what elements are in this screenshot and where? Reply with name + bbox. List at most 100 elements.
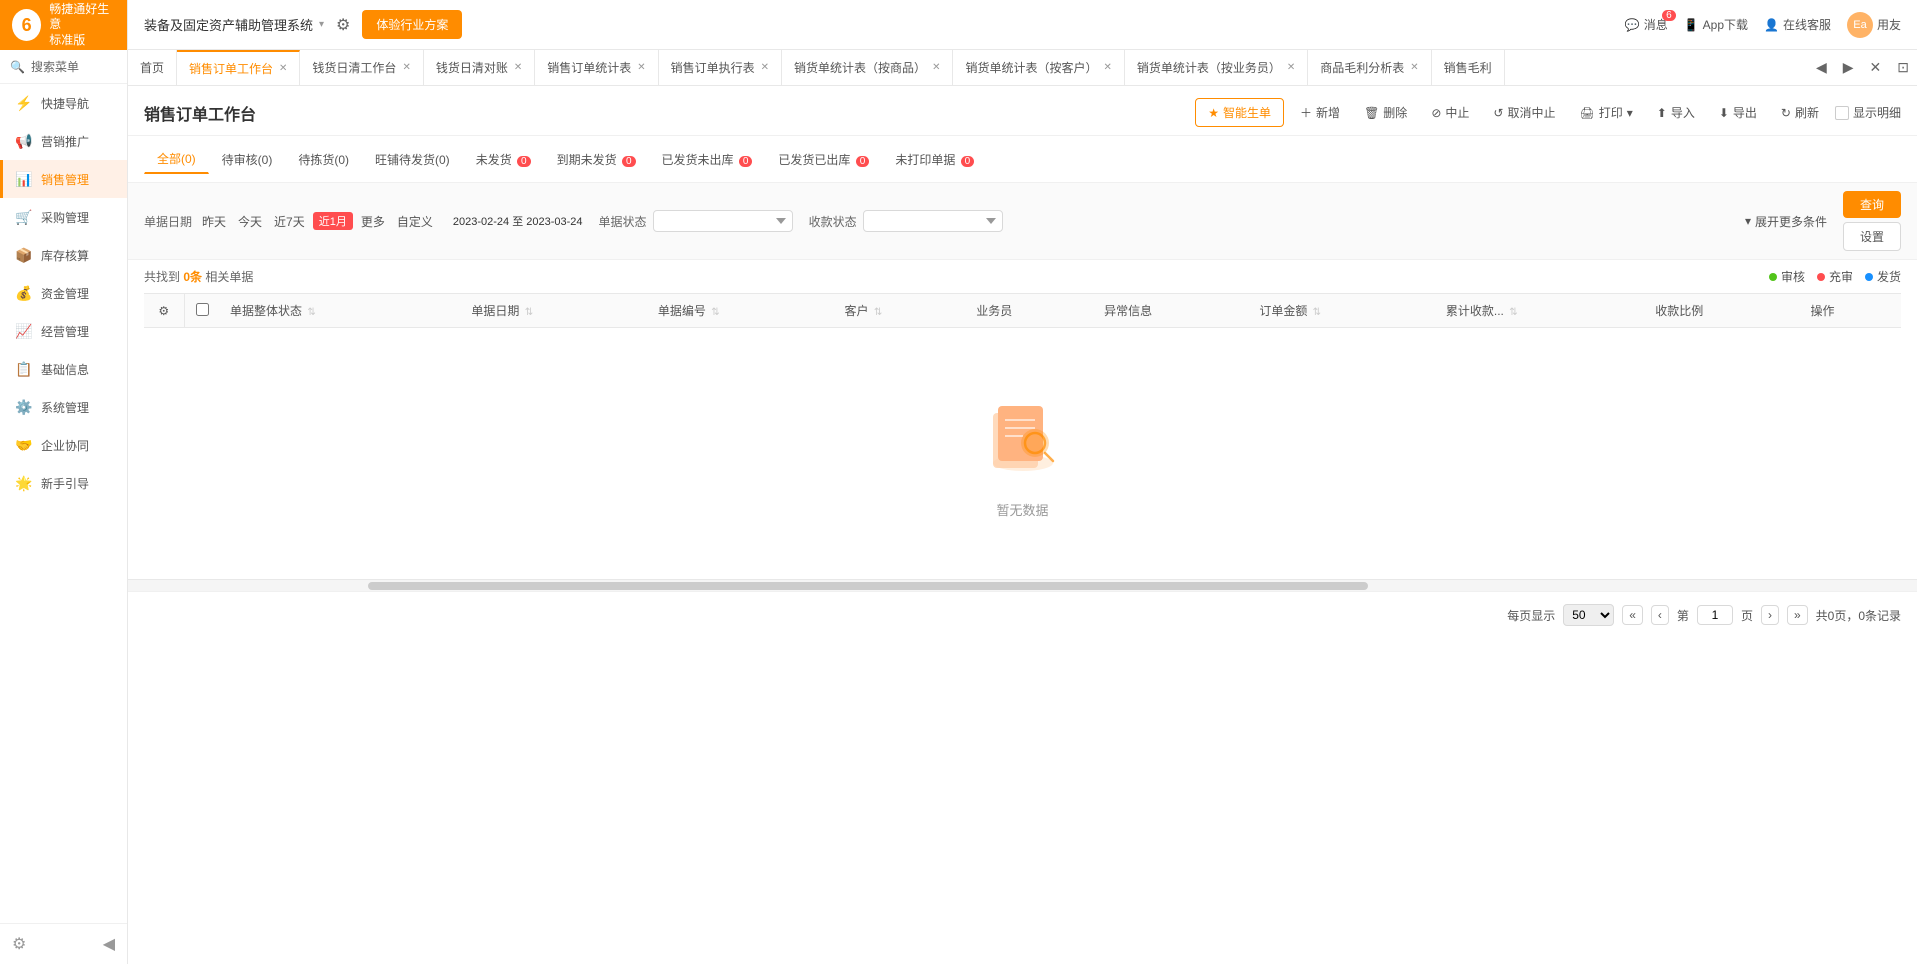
tab-expand-button[interactable]: ⊡ — [1889, 50, 1917, 85]
date-opt-today[interactable]: 今天 — [234, 211, 266, 232]
status-filter-select[interactable] — [653, 210, 793, 232]
sidebar-item-guide[interactable]: 🌟 新手引导 — [0, 464, 127, 502]
tab-nav-next-button[interactable]: ▶ — [1835, 50, 1862, 85]
topbar-user-item[interactable]: Ea 用友 — [1847, 12, 1901, 38]
import-button[interactable]: ⬆ 导入 — [1649, 99, 1703, 126]
sidebar-item-enterprise[interactable]: 🤝 企业协同 — [0, 426, 127, 464]
per-page-select[interactable]: 50 100 200 — [1563, 604, 1614, 626]
date-opt-more[interactable]: 更多 — [357, 211, 389, 232]
tab-sales-stat-staff[interactable]: 销货单统计表（按业务员） ✕ — [1125, 50, 1308, 85]
empty-illustration — [973, 388, 1073, 488]
date-opt-1month[interactable]: 近1月 — [313, 212, 353, 230]
last-page-button[interactable]: » — [1787, 605, 1808, 625]
select-all-checkbox[interactable] — [196, 303, 209, 316]
tab-gross-margin[interactable]: 商品毛利分析表 ✕ — [1308, 50, 1431, 85]
date-opt-yesterday[interactable]: 昨天 — [198, 211, 230, 232]
topbar-app-download-item[interactable]: 📱 App下载 — [1684, 16, 1748, 33]
tab-sales-profit[interactable]: 销售毛利 — [1432, 50, 1505, 85]
sort-icon[interactable]: ⇅ — [874, 307, 882, 318]
topbar-gear-icon[interactable]: ⚙ — [336, 15, 350, 35]
tab-close-icon[interactable]: ✕ — [761, 62, 769, 73]
sidebar-item-basic-info[interactable]: 📋 基础信息 — [0, 350, 127, 388]
query-button[interactable]: 查询 — [1843, 191, 1901, 218]
table-col-settings[interactable]: ⚙ — [144, 294, 184, 328]
page-number-input[interactable] — [1697, 605, 1733, 625]
tab-nav-right: ◀ ▶ ✕ ⊡ — [1808, 50, 1917, 85]
show-detail-toggle[interactable]: 显示明细 — [1835, 104, 1901, 121]
delete-button[interactable]: 🗑 删除 — [1356, 99, 1415, 126]
export-button[interactable]: ⬇ 导出 — [1711, 99, 1765, 126]
add-button[interactable]: ＋ 新增 — [1292, 99, 1348, 126]
system-dropdown-arrow[interactable]: ▾ — [319, 19, 324, 30]
prev-page-button[interactable]: ‹ — [1651, 605, 1669, 625]
sidebar-item-finance[interactable]: 💰 资金管理 — [0, 274, 127, 312]
scrollbar-thumb[interactable] — [368, 582, 1368, 590]
sidebar-item-operations[interactable]: 📈 经营管理 — [0, 312, 127, 350]
horizontal-scrollbar[interactable] — [128, 579, 1917, 591]
sort-icon[interactable]: ⇅ — [1509, 307, 1517, 318]
filter-tab-expired[interactable]: 到期未发货 0 — [544, 145, 649, 174]
industry-solution-button[interactable]: 体验行业方案 — [362, 10, 462, 39]
collapse-sidebar-icon[interactable]: ◀ — [103, 934, 115, 954]
payment-filter-select[interactable] — [863, 210, 1003, 232]
tab-sales-exec[interactable]: 销售订单执行表 ✕ — [659, 50, 782, 85]
date-opt-7days[interactable]: 近7天 — [270, 211, 309, 232]
filter-tab-wangpu[interactable]: 旺铺待发货(0) — [362, 145, 463, 174]
settings-gear-icon[interactable]: ⚙ — [12, 934, 26, 954]
refresh-button[interactable]: ↻ 刷新 — [1773, 99, 1827, 126]
page-header-actions: ★ 智能生单 ＋ 新增 🗑 删除 ⊘ 中止 — [1195, 98, 1901, 127]
sidebar-item-inventory[interactable]: 📦 库存核算 — [0, 236, 127, 274]
tab-close-icon[interactable]: ✕ — [932, 62, 940, 73]
user-label: 用友 — [1877, 16, 1901, 33]
tab-close-icon[interactable]: ✕ — [1287, 62, 1295, 73]
filter-tab-pending-review[interactable]: 待审核(0) — [209, 145, 286, 174]
ship-button[interactable]: 发货 — [1865, 268, 1901, 285]
suspend-button[interactable]: ⊘ 中止 — [1423, 99, 1477, 126]
tab-close-icon[interactable]: ✕ — [1410, 62, 1418, 73]
sort-icon[interactable]: ⇅ — [525, 307, 533, 318]
filter-tab-all[interactable]: 全部(0) — [144, 144, 209, 174]
next-page-button[interactable]: › — [1761, 605, 1779, 625]
tab-nav-prev-button[interactable]: ◀ — [1808, 50, 1835, 85]
sort-icon[interactable]: ⇅ — [711, 307, 719, 318]
expand-filters-button[interactable]: ▾ 展开更多条件 — [1745, 213, 1827, 230]
first-page-button[interactable]: « — [1622, 605, 1643, 625]
tab-sales-stat[interactable]: 销售订单统计表 ✕ — [535, 50, 658, 85]
tab-sales-stat-product[interactable]: 销货单统计表（按商品） ✕ — [782, 50, 953, 85]
sidebar-item-marketing[interactable]: 📢 营销推广 — [0, 122, 127, 160]
filter-tab-not-printed[interactable]: 未打印单据 0 — [882, 145, 987, 174]
tab-close-icon[interactable]: ✕ — [402, 62, 410, 73]
filter-tab-shipped-not-out[interactable]: 已发货未出库 0 — [649, 145, 766, 174]
sidebar-item-system[interactable]: ⚙️ 系统管理 — [0, 388, 127, 426]
cancel-suspend-button[interactable]: ↺ 取消中止 — [1485, 99, 1563, 126]
setting-button[interactable]: 设置 — [1843, 222, 1901, 251]
sort-icon[interactable]: ⇅ — [1313, 307, 1321, 318]
tab-cash-daily[interactable]: 钱货日清工作台 ✕ — [300, 50, 423, 85]
approve-button[interactable]: 审核 — [1769, 268, 1805, 285]
sidebar-item-sales[interactable]: 📊 销售管理 — [0, 160, 127, 198]
print-button[interactable]: 🖨 打印 ▾ — [1571, 99, 1640, 126]
tab-sales-workbench[interactable]: 销售订单工作台 ✕ — [177, 50, 300, 85]
tab-home[interactable]: 首页 — [128, 50, 177, 85]
cancel-approve-button[interactable]: 充审 — [1817, 268, 1853, 285]
filter-tab-pending-inspect[interactable]: 待拣货(0) — [285, 145, 362, 174]
tab-close-all-button[interactable]: ✕ — [1862, 50, 1890, 85]
tab-sales-stat-customer[interactable]: 销货单统计表（按客户） ✕ — [953, 50, 1124, 85]
tab-close-icon[interactable]: ✕ — [1103, 62, 1111, 73]
sidebar-item-purchase[interactable]: 🛒 采购管理 — [0, 198, 127, 236]
table-col-checkbox[interactable] — [184, 294, 220, 328]
tab-close-icon[interactable]: ✕ — [514, 62, 522, 73]
sort-icon[interactable]: ⇅ — [307, 307, 315, 318]
smart-create-button[interactable]: ★ 智能生单 — [1195, 98, 1284, 127]
show-detail-checkbox[interactable] — [1835, 106, 1849, 120]
tab-close-icon[interactable]: ✕ — [637, 62, 645, 73]
date-opt-custom[interactable]: 自定义 — [393, 211, 437, 232]
topbar-message-item[interactable]: 💬 消息 6 — [1625, 16, 1668, 33]
topbar-online-service-item[interactable]: 👤 在线客服 — [1764, 16, 1831, 33]
filter-tab-not-shipped[interactable]: 未发货 0 — [463, 145, 544, 174]
sidebar-item-search[interactable]: 🔍 搜索菜单 — [0, 50, 127, 84]
tab-cash-reconcile[interactable]: 钱货日清对账 ✕ — [424, 50, 535, 85]
filter-tab-shipped-out[interactable]: 已发货已出库 0 — [765, 145, 882, 174]
tab-close-icon[interactable]: ✕ — [279, 63, 287, 74]
sidebar-item-quick-nav[interactable]: ⚡ 快捷导航 — [0, 84, 127, 122]
